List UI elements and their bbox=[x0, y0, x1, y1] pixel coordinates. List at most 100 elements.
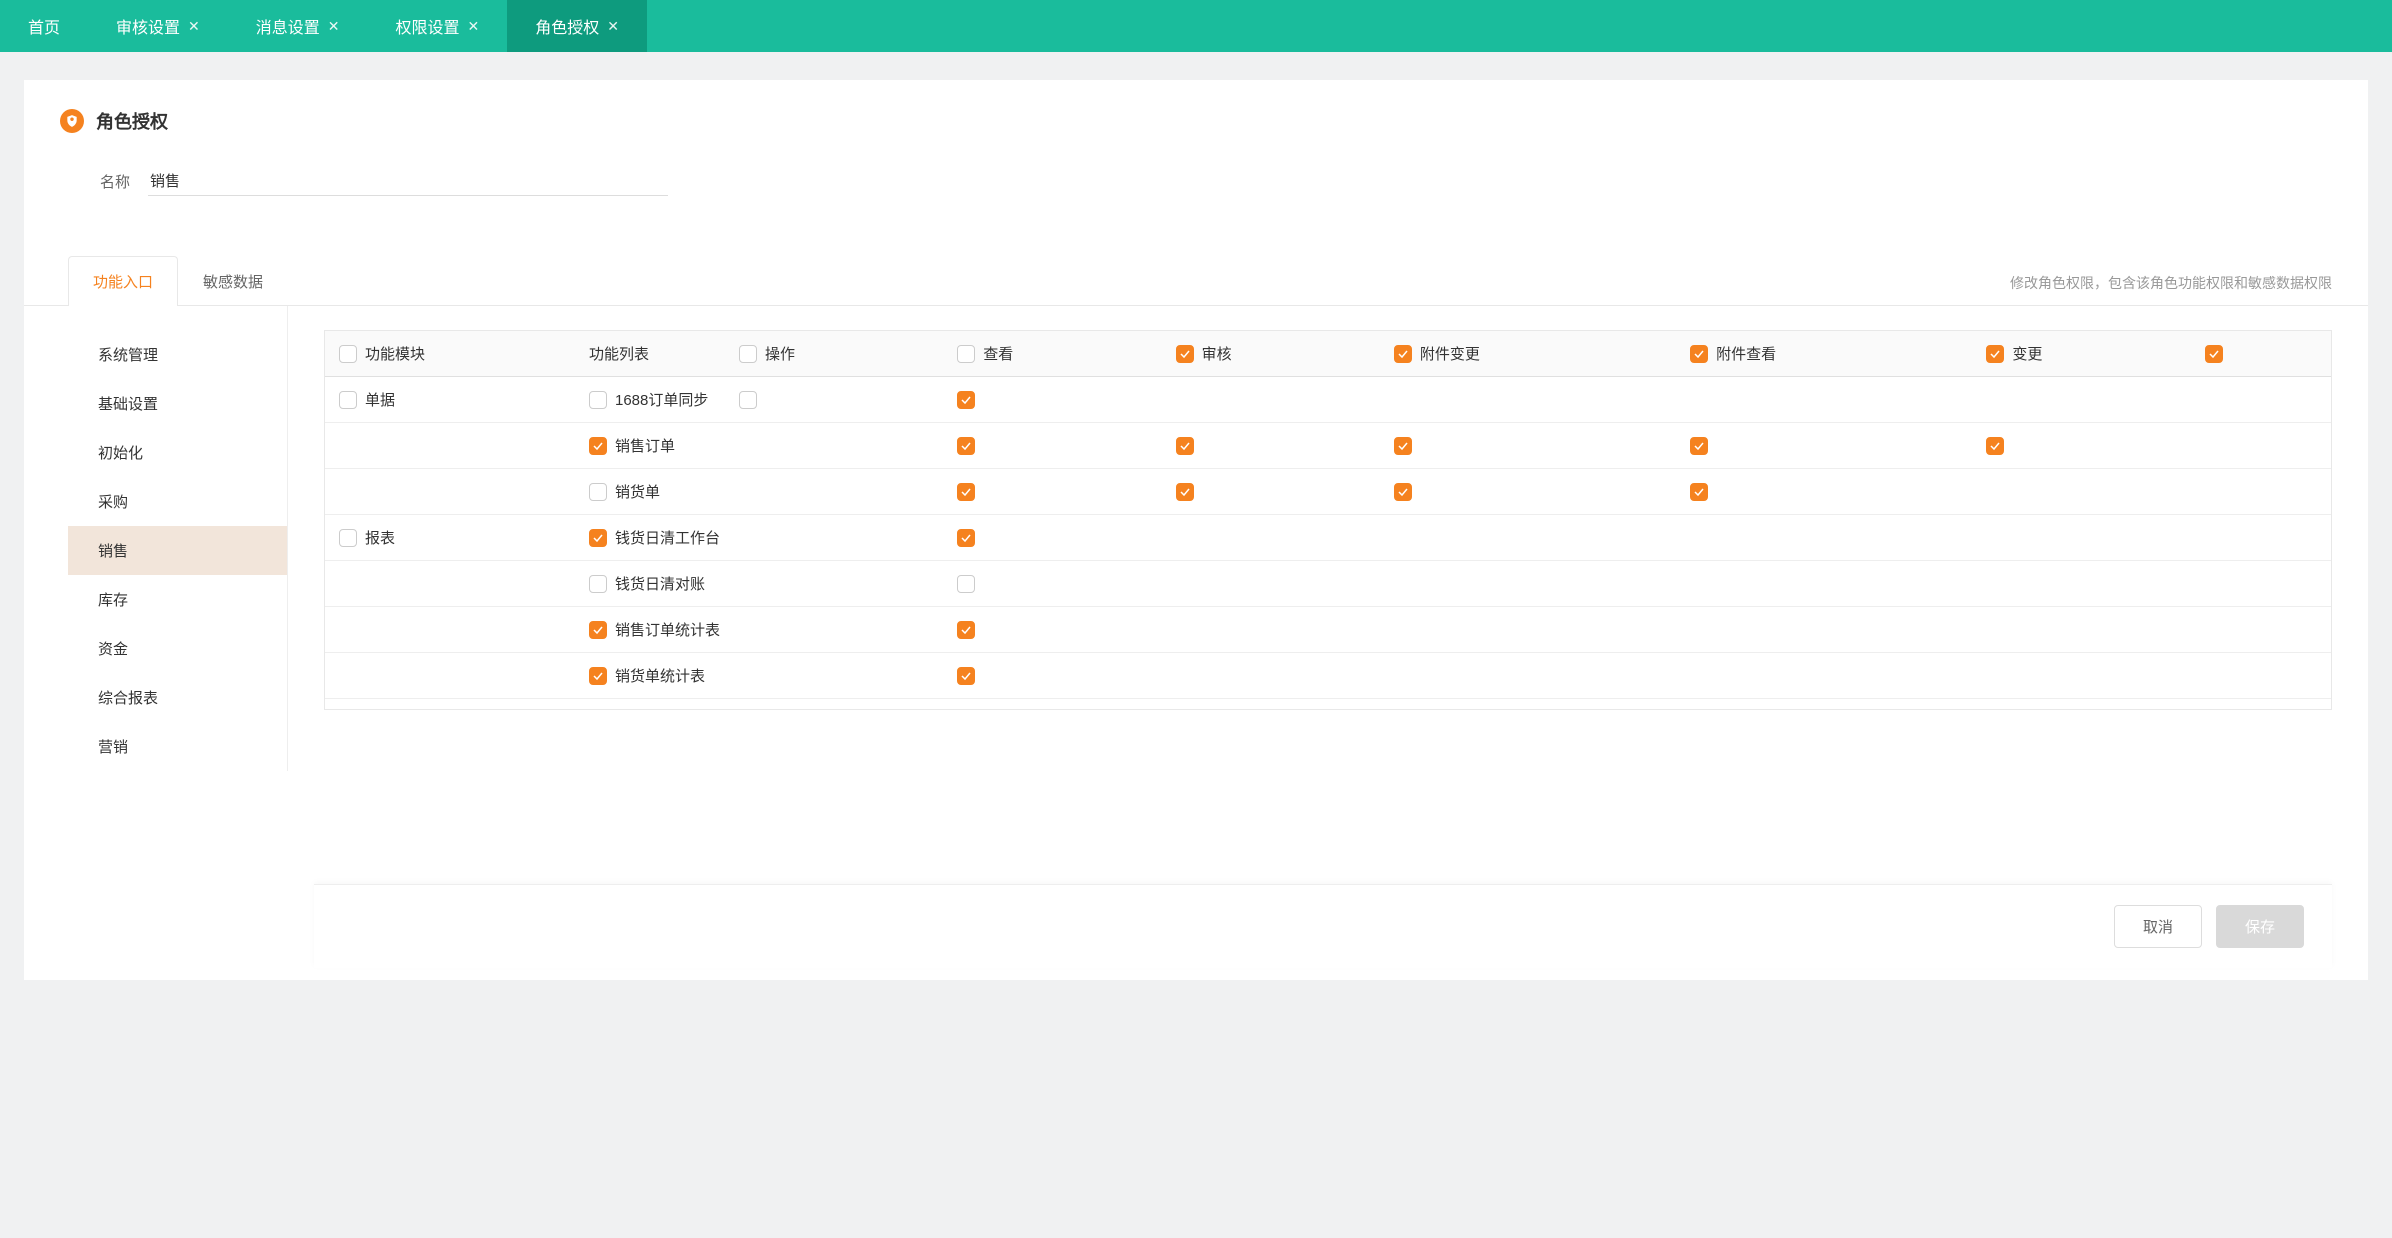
header-checkbox-attview[interactable] bbox=[1690, 345, 1708, 363]
name-input[interactable] bbox=[148, 166, 668, 196]
cell-func: 销售订单执行表 bbox=[575, 699, 725, 711]
perm-checkbox-view[interactable] bbox=[957, 391, 975, 409]
cell-change bbox=[1972, 561, 2190, 607]
cancel-button[interactable]: 取消 bbox=[2114, 905, 2202, 948]
top-tab-3[interactable]: 权限设置✕ bbox=[368, 0, 508, 52]
header-checkbox-extra[interactable] bbox=[2205, 345, 2223, 363]
cell-func: 钱货日清对账 bbox=[575, 561, 725, 607]
table-row: 销售订单统计表 bbox=[325, 607, 2331, 653]
perm-checkbox-attchg[interactable] bbox=[1394, 437, 1412, 455]
sidebar-item-1[interactable]: 基础设置 bbox=[68, 379, 287, 428]
top-tab-0[interactable]: 首页 bbox=[0, 0, 88, 52]
perm-checkbox-view[interactable] bbox=[957, 667, 975, 685]
close-icon[interactable]: ✕ bbox=[468, 18, 480, 35]
header-checkbox-view[interactable] bbox=[957, 345, 975, 363]
func-checkbox[interactable] bbox=[589, 621, 607, 639]
sidebar-item-5[interactable]: 库存 bbox=[68, 575, 287, 624]
cell-attchg bbox=[1380, 377, 1676, 423]
cell-audit bbox=[1162, 377, 1380, 423]
perm-checkbox-attview[interactable] bbox=[1690, 437, 1708, 455]
cell-change bbox=[1972, 423, 2190, 469]
col-header-attchg: 附件变更 bbox=[1380, 331, 1676, 377]
cell-module bbox=[325, 469, 575, 515]
perm-checkbox-audit[interactable] bbox=[1176, 483, 1194, 501]
header-checkbox-audit[interactable] bbox=[1176, 345, 1194, 363]
func-checkbox[interactable] bbox=[589, 529, 607, 547]
func-checkbox[interactable] bbox=[589, 391, 607, 409]
func-checkbox[interactable] bbox=[589, 437, 607, 455]
cell-attview bbox=[1676, 607, 1972, 653]
perm-checkbox-attchg[interactable] bbox=[1394, 483, 1412, 501]
close-icon[interactable]: ✕ bbox=[328, 18, 340, 35]
cell-audit bbox=[1162, 423, 1380, 469]
inner-tab-0[interactable]: 功能入口 bbox=[68, 256, 178, 306]
cell-audit bbox=[1162, 653, 1380, 699]
cell-extra bbox=[2191, 423, 2331, 469]
perm-checkbox-change[interactable] bbox=[1986, 437, 2004, 455]
save-button[interactable]: 保存 bbox=[2216, 905, 2304, 948]
cell-module: 单据 bbox=[325, 377, 575, 423]
sidebar-item-8[interactable]: 营销 bbox=[68, 722, 287, 771]
permission-table-scroll[interactable]: 功能模块功能列表操作查看审核附件变更附件查看变更 单据1688订单同步销售订单销… bbox=[324, 330, 2332, 710]
cell-module bbox=[325, 699, 575, 711]
cell-attview bbox=[1676, 469, 1972, 515]
inner-tab-1[interactable]: 敏感数据 bbox=[178, 256, 288, 306]
func-checkbox[interactable] bbox=[589, 575, 607, 593]
cell-func: 销售订单统计表 bbox=[575, 607, 725, 653]
perm-checkbox-op[interactable] bbox=[739, 391, 757, 409]
perm-checkbox-view[interactable] bbox=[957, 483, 975, 501]
module-checkbox[interactable] bbox=[339, 529, 357, 547]
close-icon[interactable]: ✕ bbox=[188, 18, 200, 35]
perm-checkbox-audit[interactable] bbox=[1176, 437, 1194, 455]
sidebar-item-4[interactable]: 销售 bbox=[68, 526, 287, 575]
top-tab-1[interactable]: 审核设置✕ bbox=[88, 0, 228, 52]
cell-attview bbox=[1676, 423, 1972, 469]
perm-checkbox-view[interactable] bbox=[957, 529, 975, 547]
table-row: 单据1688订单同步 bbox=[325, 377, 2331, 423]
sidebar-item-3[interactable]: 采购 bbox=[68, 477, 287, 526]
top-tab-2[interactable]: 消息设置 ✕ bbox=[228, 0, 368, 52]
func-checkbox[interactable] bbox=[589, 667, 607, 685]
top-tab-label: 消息设置 bbox=[256, 14, 320, 38]
cell-module bbox=[325, 607, 575, 653]
func-checkbox[interactable] bbox=[589, 483, 607, 501]
header-checkbox-op[interactable] bbox=[739, 345, 757, 363]
top-tab-4[interactable]: 角色授权 ✕ bbox=[507, 0, 647, 52]
header-checkbox-attchg[interactable] bbox=[1394, 345, 1412, 363]
cell-func: 销货单 bbox=[575, 469, 725, 515]
cell-module bbox=[325, 653, 575, 699]
col-header-attview: 附件查看 bbox=[1676, 331, 1972, 377]
cell-attchg bbox=[1380, 469, 1676, 515]
cell-attchg bbox=[1380, 423, 1676, 469]
sidebar-item-7[interactable]: 综合报表 bbox=[68, 673, 287, 722]
cell-attview bbox=[1676, 377, 1972, 423]
top-tab-label: 角色授权 bbox=[535, 14, 599, 38]
perm-checkbox-view[interactable] bbox=[957, 437, 975, 455]
perm-checkbox-view[interactable] bbox=[957, 575, 975, 593]
side-list: 系统管理基础设置初始化采购销售库存资金综合报表营销 bbox=[68, 306, 288, 771]
perm-checkbox-view[interactable] bbox=[957, 621, 975, 639]
module-checkbox[interactable] bbox=[339, 391, 357, 409]
cell-extra bbox=[2191, 515, 2331, 561]
close-icon[interactable]: ✕ bbox=[607, 18, 619, 35]
main-panel: 角色授权 名称 功能入口敏感数据 修改角色权限，包含该角色功能权限和敏感数据权限… bbox=[24, 80, 2368, 980]
cell-extra bbox=[2191, 699, 2331, 711]
cell-op bbox=[725, 515, 943, 561]
col-header-view: 查看 bbox=[943, 331, 1161, 377]
page-title: 角色授权 bbox=[96, 108, 168, 134]
cell-audit bbox=[1162, 699, 1380, 711]
cell-change bbox=[1972, 699, 2190, 711]
cell-audit bbox=[1162, 469, 1380, 515]
cell-attchg bbox=[1380, 607, 1676, 653]
cell-extra bbox=[2191, 469, 2331, 515]
col-header-audit: 审核 bbox=[1162, 331, 1380, 377]
header-checkbox-change[interactable] bbox=[1986, 345, 2004, 363]
perm-checkbox-attview[interactable] bbox=[1690, 483, 1708, 501]
header-checkbox-module[interactable] bbox=[339, 345, 357, 363]
cell-extra bbox=[2191, 561, 2331, 607]
sidebar-item-0[interactable]: 系统管理 bbox=[68, 330, 287, 379]
permission-table: 功能模块功能列表操作查看审核附件变更附件查看变更 单据1688订单同步销售订单销… bbox=[325, 331, 2331, 710]
cell-extra bbox=[2191, 607, 2331, 653]
sidebar-item-2[interactable]: 初始化 bbox=[68, 428, 287, 477]
sidebar-item-6[interactable]: 资金 bbox=[68, 624, 287, 673]
